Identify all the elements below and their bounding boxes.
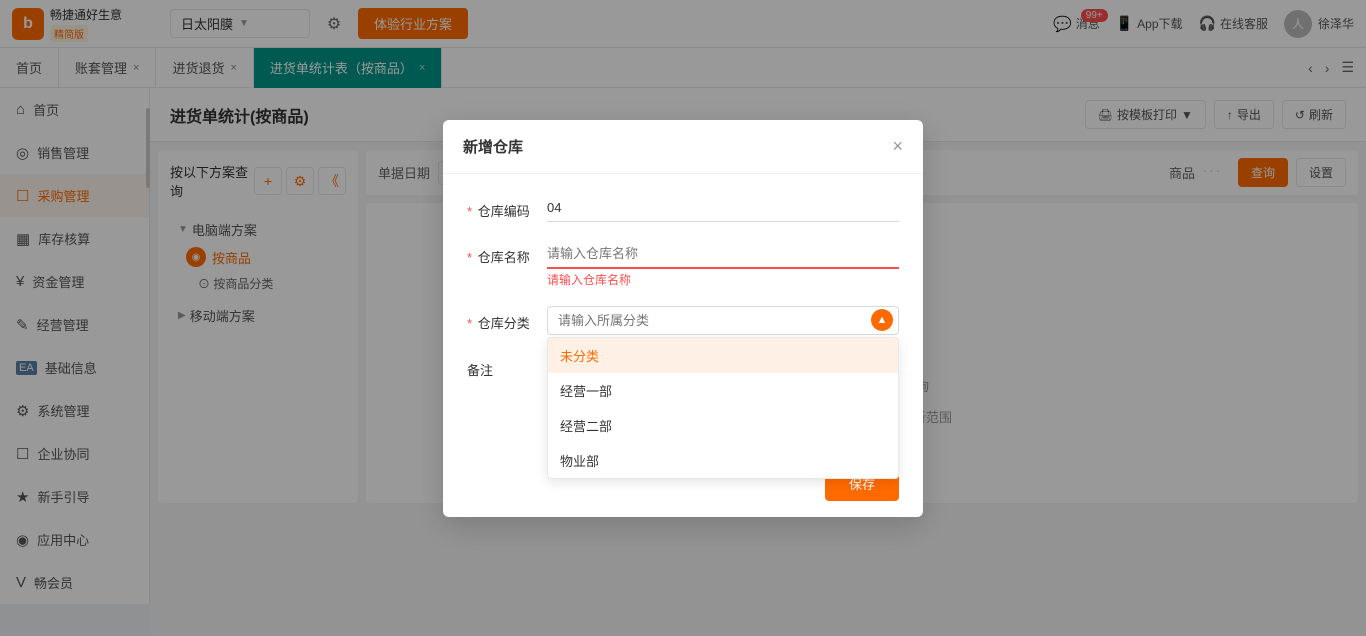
- modal-body: * 仓库编码 * 仓库名称 请输入仓库名称: [443, 174, 923, 454]
- dropdown-item-uncategorized[interactable]: 未分类: [548, 338, 898, 373]
- add-warehouse-modal: 新增仓库 × * 仓库编码 * 仓库名称: [443, 120, 923, 517]
- modal-close-button[interactable]: ×: [892, 137, 903, 155]
- dropdown-item-ops1[interactable]: 经营一部: [548, 373, 898, 408]
- category-field-wrap: ▲ 未分类 经营一部 经营二部 物业部: [547, 306, 899, 335]
- modal-overlay: 新增仓库 × * 仓库编码 * 仓库名称: [0, 0, 1366, 636]
- code-input[interactable]: [547, 194, 899, 222]
- name-input[interactable]: [547, 240, 899, 269]
- form-row-category: * 仓库分类 ▲ 未分类 经营一部 经营二: [467, 306, 899, 335]
- modal-header: 新增仓库 ×: [443, 120, 923, 174]
- form-row-name: * 仓库名称 请输入仓库名称: [467, 240, 899, 288]
- dropdown-item-property[interactable]: 物业部: [548, 443, 898, 478]
- code-label: * 仓库编码: [467, 194, 547, 220]
- category-toggle-button[interactable]: ▲: [871, 309, 893, 331]
- category-label: * 仓库分类: [467, 306, 547, 332]
- name-error-msg: 请输入仓库名称: [547, 271, 899, 288]
- name-label: * 仓库名称: [467, 240, 547, 266]
- remark-label: 备注: [467, 353, 547, 379]
- name-field-wrap: 请输入仓库名称: [547, 240, 899, 288]
- category-dropdown: 未分类 经营一部 经营二部 物业部: [547, 337, 899, 479]
- form-row-code: * 仓库编码: [467, 194, 899, 222]
- code-field-wrap: [547, 194, 899, 222]
- category-input[interactable]: [547, 306, 899, 335]
- dropdown-item-ops2[interactable]: 经营二部: [548, 408, 898, 443]
- modal-title: 新增仓库: [463, 136, 523, 157]
